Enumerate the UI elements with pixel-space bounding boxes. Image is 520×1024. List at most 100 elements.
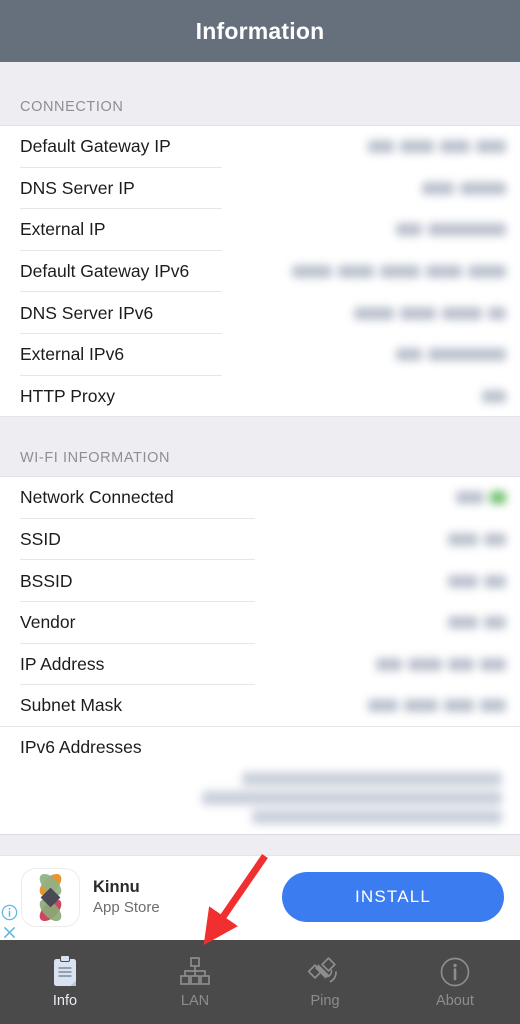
table-row[interactable]: Default Gateway IPv6 <box>0 250 520 293</box>
redacted-blob <box>354 306 394 320</box>
table-row[interactable]: IPv6 Addresses <box>0 726 520 768</box>
content-gap-divider <box>0 833 520 856</box>
ad-subtitle: App Store <box>93 899 160 917</box>
table-row[interactable]: DNS Server IPv6 <box>0 292 520 334</box>
row-label: DNS Server IP <box>20 177 135 198</box>
redacted-blob <box>400 140 434 154</box>
redacted-blob <box>408 657 442 671</box>
tab-bar: Info LAN Ping About <box>0 940 520 1024</box>
row-label: External IP <box>20 219 106 240</box>
section-title: CONNECTION <box>20 99 124 115</box>
row-value <box>448 574 506 588</box>
redacted-blob <box>484 574 506 588</box>
redacted-blob <box>428 223 506 237</box>
ad-banner[interactable]: Kinnu App Store INSTALL <box>0 855 520 941</box>
ad-title: Kinnu <box>93 878 140 897</box>
row-value <box>396 348 506 362</box>
tab-lan[interactable]: LAN <box>130 940 260 1024</box>
tab-label-about: About <box>436 993 474 1009</box>
redacted-blob <box>376 657 402 671</box>
table-row[interactable]: External IPv6 <box>0 333 520 376</box>
tab-info[interactable]: Info <box>0 940 130 1024</box>
row-separator <box>0 416 520 418</box>
info-circle-icon[interactable] <box>1 904 18 921</box>
row-value <box>448 533 506 547</box>
row-label: BSSID <box>20 570 73 591</box>
section-title: WI-FI INFORMATION <box>20 450 171 467</box>
row-value <box>456 491 506 505</box>
table-row[interactable]: BSSID <box>0 560 520 602</box>
table-row[interactable]: Vendor <box>0 601 520 644</box>
row-label: SSID <box>20 529 61 550</box>
row-label: External IPv6 <box>20 344 125 365</box>
redacted-blob <box>476 140 506 154</box>
row-label: DNS Server IPv6 <box>20 302 154 323</box>
redacted-blob <box>368 699 398 713</box>
redacted-blob <box>426 265 462 279</box>
redacted-blob <box>242 771 502 786</box>
settings-list: CONNECTION Default Gateway IP DNS Server I… <box>0 62 520 834</box>
row-value <box>292 265 506 279</box>
redacted-blob <box>480 699 506 713</box>
network-tree-icon <box>178 955 212 989</box>
row-value <box>368 699 506 713</box>
tab-label-lan: LAN <box>180 993 210 1009</box>
redacted-blob <box>480 657 506 671</box>
row-value <box>422 181 506 195</box>
ad-badge-group <box>1 904 18 941</box>
table-row[interactable]: IP Address <box>0 643 520 686</box>
redacted-blob <box>456 491 484 505</box>
section-header-wifi: WI-FI INFORMATION <box>0 417 520 478</box>
redacted-blob <box>468 265 506 279</box>
redacted-blob <box>484 533 506 547</box>
redacted-blob <box>484 616 506 630</box>
tab-ping[interactable]: Ping <box>260 940 390 1024</box>
redacted-blob <box>396 348 422 362</box>
redacted-blob <box>448 616 478 630</box>
tab-label-info: Info <box>52 993 78 1009</box>
row-value <box>376 657 506 671</box>
row-label: HTTP Proxy <box>20 385 115 406</box>
redacted-blob <box>448 533 478 547</box>
satellite-icon <box>308 955 342 989</box>
table-row[interactable]: HTTP Proxy <box>0 375 520 418</box>
tab-label-ping: Ping <box>310 993 340 1009</box>
install-button[interactable]: INSTALL <box>282 871 504 922</box>
redacted-value <box>0 771 506 824</box>
redacted-blob <box>488 306 506 320</box>
info-circle-icon <box>439 955 471 989</box>
row-label: IP Address <box>20 653 105 674</box>
row-value <box>396 223 506 237</box>
row-value <box>482 389 506 403</box>
kinnu-app-icon[interactable] <box>22 868 79 926</box>
table-row[interactable]: DNS Server IP <box>0 167 520 210</box>
row-label: Default Gateway IP <box>20 136 171 157</box>
redacted-blob <box>422 181 454 195</box>
redacted-blob <box>252 809 502 824</box>
ad-text-block: Kinnu App Store <box>93 878 160 916</box>
table-row[interactable]: Default Gateway IP <box>0 126 520 168</box>
section-header-connection: CONNECTION <box>0 62 520 126</box>
table-row[interactable]: Subnet Mask <box>0 685 520 727</box>
tab-about[interactable]: About <box>390 940 520 1024</box>
redacted-blob <box>292 265 332 279</box>
row-value-multiline <box>0 767 520 834</box>
close-x-icon[interactable] <box>1 924 18 941</box>
redacted-blob <box>440 140 470 154</box>
table-row[interactable]: Network Connected <box>0 477 520 519</box>
clipboard-icon <box>50 955 80 989</box>
section-rows-connection: Default Gateway IP DNS Server IP External … <box>0 126 520 418</box>
row-value <box>448 616 506 630</box>
redacted-blob <box>396 223 422 237</box>
redacted-blob <box>482 389 506 403</box>
redacted-blob <box>202 790 502 805</box>
row-label: Network Connected <box>20 487 174 508</box>
table-row[interactable]: SSID <box>0 518 520 561</box>
status-badge <box>490 491 506 505</box>
redacted-blob <box>448 574 478 588</box>
row-label: Default Gateway IPv6 <box>20 261 190 282</box>
row-value <box>368 140 506 154</box>
table-row[interactable]: External IP <box>0 209 520 251</box>
section-rows-wifi: Network Connected SSID BSSID Vendor IP Addre… <box>0 477 520 834</box>
page-title: Information <box>195 17 325 44</box>
